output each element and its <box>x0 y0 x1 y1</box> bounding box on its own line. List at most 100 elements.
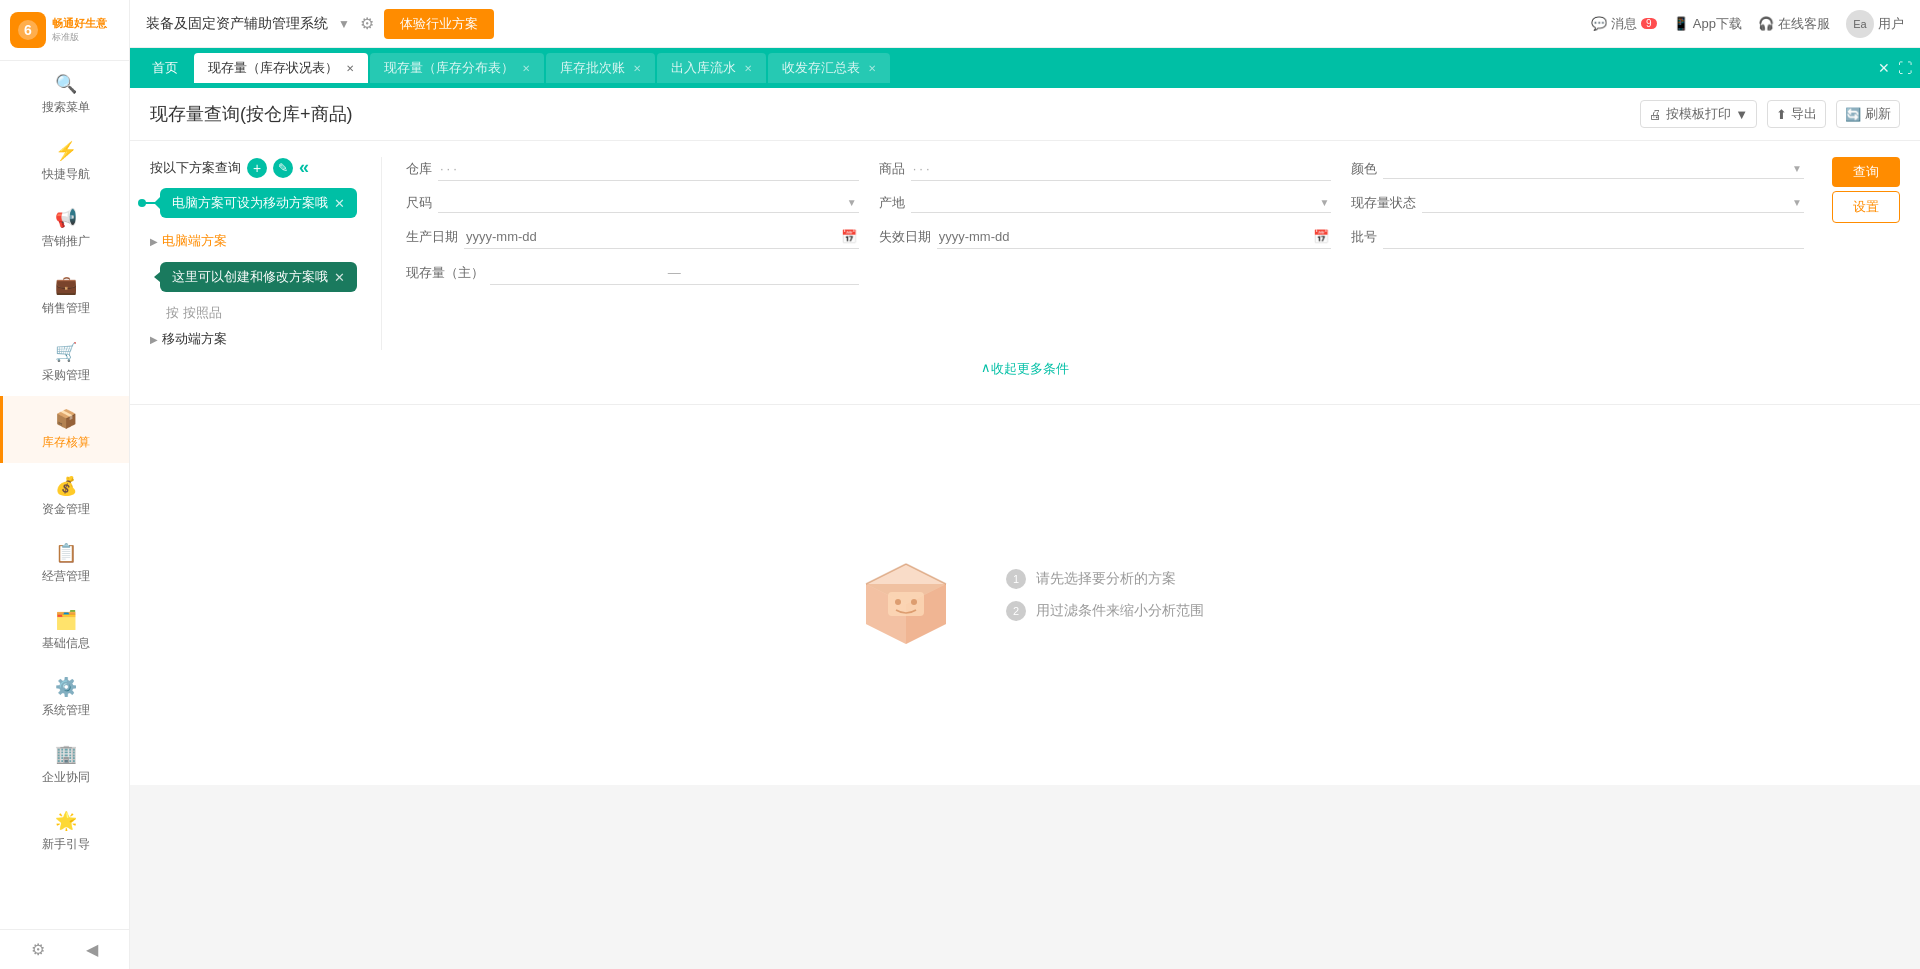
tab-in-out-label: 出入库流水 <box>671 59 736 77</box>
tab-batch-ledger-label: 库存批次账 <box>560 59 625 77</box>
system-dropdown-btn[interactable]: ▼ <box>338 17 350 31</box>
enterprise-icon: 🏢 <box>55 743 77 765</box>
tab-collect-summary[interactable]: 收发存汇总表 ✕ <box>768 53 890 83</box>
tab-inventory-dist[interactable]: 现存量（库存分布表） ✕ <box>370 53 544 83</box>
sidebar-item-system[interactable]: ⚙️ 系统管理 <box>0 664 129 731</box>
goods-input[interactable]: ··· <box>911 157 1332 181</box>
tab-inventory-status-close[interactable]: ✕ <box>346 63 354 74</box>
tab-inventory-dist-close[interactable]: ✕ <box>522 63 530 74</box>
app-download-btn[interactable]: 📱 App下载 <box>1673 15 1742 33</box>
sidebar-item-finance[interactable]: 💰 资金管理 <box>0 463 129 530</box>
origin-select[interactable]: ▼ <box>911 193 1332 213</box>
query-btn[interactable]: 查询 <box>1832 157 1900 187</box>
sidebar-label-system: 系统管理 <box>42 702 90 719</box>
collapse-bar[interactable]: ∧ 收起更多条件 <box>150 350 1900 388</box>
tooltip-create-close[interactable]: ✕ <box>334 270 345 285</box>
content-area: 现存量查询(按仓库+商品) 🖨 按模板打印 ▼ ⬆ 导出 🔄 刷新 <box>130 88 1920 969</box>
prod-date-input[interactable]: 📅 <box>464 225 859 249</box>
mobile-scheme-label[interactable]: 移动端方案 <box>162 330 227 348</box>
prod-date-calendar-icon[interactable]: 📅 <box>841 229 857 244</box>
collapse-sidebar-btn[interactable]: ◀ <box>86 940 98 959</box>
add-scheme-btn[interactable]: + <box>247 158 267 178</box>
message-icon: 💬 <box>1591 16 1607 31</box>
sidebar-item-enterprise[interactable]: 🏢 企业协同 <box>0 731 129 798</box>
empty-tips: 1 请先选择要分析的方案 2 用过滤条件来缩小分析范围 <box>1006 569 1204 621</box>
stock-main-start[interactable] <box>492 265 662 280</box>
sidebar-item-sales[interactable]: 💼 销售管理 <box>0 262 129 329</box>
sidebar-item-marketing[interactable]: 📢 营销推广 <box>0 195 129 262</box>
expire-date-calendar-icon[interactable]: 📅 <box>1313 229 1329 244</box>
size-select[interactable]: ▼ <box>438 193 859 213</box>
tab-collect-summary-label: 收发存汇总表 <box>782 59 860 77</box>
sidebar-item-inventory[interactable]: 📦 库存核算 <box>0 396 129 463</box>
topbar-settings-btn[interactable]: ⚙ <box>360 14 374 33</box>
tab-collect-summary-close[interactable]: ✕ <box>868 63 876 74</box>
goods-label: 商品 <box>879 160 905 178</box>
expire-date-start[interactable] <box>939 229 1310 244</box>
sidebar-item-guide[interactable]: 🌟 新手引导 <box>0 798 129 865</box>
batch-field: 批号 <box>1351 225 1804 249</box>
sidebar-item-quick[interactable]: ⚡ 快捷导航 <box>0 128 129 195</box>
logo-title: 畅通好生意 <box>52 16 107 30</box>
edit-scheme-btn[interactable]: ✎ <box>273 158 293 178</box>
refresh-btn[interactable]: 🔄 刷新 <box>1836 100 1900 128</box>
exp-industry-btn[interactable]: 体验行业方案 <box>384 9 494 39</box>
sidebar: 6 畅通好生意 标准版 🔍 搜索菜单 ⚡ 快捷导航 📢 营销推广 💼 <box>0 0 130 969</box>
pc-sub-items: 按 按照品 <box>150 304 357 322</box>
tooltip-pc-close[interactable]: ✕ <box>334 196 345 211</box>
batch-input[interactable] <box>1383 225 1804 249</box>
user-area[interactable]: Ea 用户 <box>1846 10 1904 38</box>
sidebar-item-operation[interactable]: 📋 经营管理 <box>0 530 129 597</box>
warehouse-field: 仓库 ··· <box>406 157 859 181</box>
empty-tip-2: 2 用过滤条件来缩小分析范围 <box>1006 601 1204 621</box>
stock-status-select[interactable]: ▼ <box>1422 193 1804 213</box>
prod-date-label: 生产日期 <box>406 228 458 246</box>
tab-batch-ledger-close[interactable]: ✕ <box>633 63 641 74</box>
goods-dots: ··· <box>913 161 933 176</box>
close-all-tabs-btn[interactable]: ✕ <box>1878 60 1890 76</box>
prod-date-start[interactable] <box>466 229 837 244</box>
sidebar-label-basic: 基础信息 <box>42 635 90 652</box>
origin-label: 产地 <box>879 194 905 212</box>
sidebar-item-purchase[interactable]: 🛒 采购管理 <box>0 329 129 396</box>
tooltip-create-scheme: 这里可以创建和修改方案哦 ✕ <box>160 262 357 292</box>
online-support-btn[interactable]: 🎧 在线客服 <box>1758 15 1830 33</box>
color-select[interactable]: ▼ <box>1383 159 1804 179</box>
warehouse-input[interactable]: ··· <box>438 157 859 181</box>
tooltip-create-text: 这里可以创建和修改方案哦 <box>172 268 328 286</box>
logo-badge: 标准版 <box>52 31 107 44</box>
batch-label: 批号 <box>1351 228 1377 246</box>
svg-text:6: 6 <box>24 22 32 38</box>
sidebar-item-basic[interactable]: 🗂️ 基础信息 <box>0 597 129 664</box>
tab-batch-ledger[interactable]: 库存批次账 ✕ <box>546 53 655 83</box>
prev-scheme-btn[interactable]: « <box>299 157 309 178</box>
sidebar-label-search: 搜索菜单 <box>42 99 90 116</box>
reset-btn[interactable]: 设置 <box>1832 191 1900 223</box>
stock-status-field: 现存量状态 ▼ <box>1351 193 1804 213</box>
batch-text-input[interactable] <box>1385 229 1802 244</box>
tab-in-out[interactable]: 出入库流水 ✕ <box>657 53 766 83</box>
lightning-icon: ⚡ <box>55 140 77 162</box>
stock-main-input[interactable]: — <box>490 261 859 285</box>
refresh-label: 刷新 <box>1865 105 1891 123</box>
sidebar-item-search[interactable]: 🔍 搜索菜单 <box>0 61 129 128</box>
messages-btn[interactable]: 💬 消息 9 <box>1591 15 1657 33</box>
pc-scheme-label[interactable]: 电脑端方案 <box>162 232 227 250</box>
tooltip-pc-text: 电脑方案可设为移动方案哦 <box>172 194 328 212</box>
sidebar-label-marketing: 营销推广 <box>42 233 90 250</box>
expire-date-input[interactable]: 📅 <box>937 225 1332 249</box>
origin-field: 产地 ▼ <box>879 193 1332 213</box>
tab-in-out-close[interactable]: ✕ <box>744 63 752 74</box>
marketing-icon: 📢 <box>55 207 77 229</box>
sidebar-label-inventory: 库存核算 <box>42 434 90 451</box>
maximize-btn[interactable]: ⛶ <box>1898 60 1912 76</box>
template-print-btn[interactable]: 🖨 按模板打印 ▼ <box>1640 100 1757 128</box>
export-btn[interactable]: ⬆ 导出 <box>1767 100 1826 128</box>
tip-num-2: 2 <box>1006 601 1026 621</box>
message-badge: 9 <box>1641 18 1657 29</box>
tab-inventory-status[interactable]: 现存量（库存状况表） ✕ <box>194 53 368 83</box>
pc-sub-item-1: 按 按照品 <box>166 304 357 322</box>
tab-home[interactable]: 首页 <box>138 53 192 83</box>
stock-main-end[interactable] <box>687 265 857 280</box>
settings-bottom-btn[interactable]: ⚙ <box>31 940 45 959</box>
